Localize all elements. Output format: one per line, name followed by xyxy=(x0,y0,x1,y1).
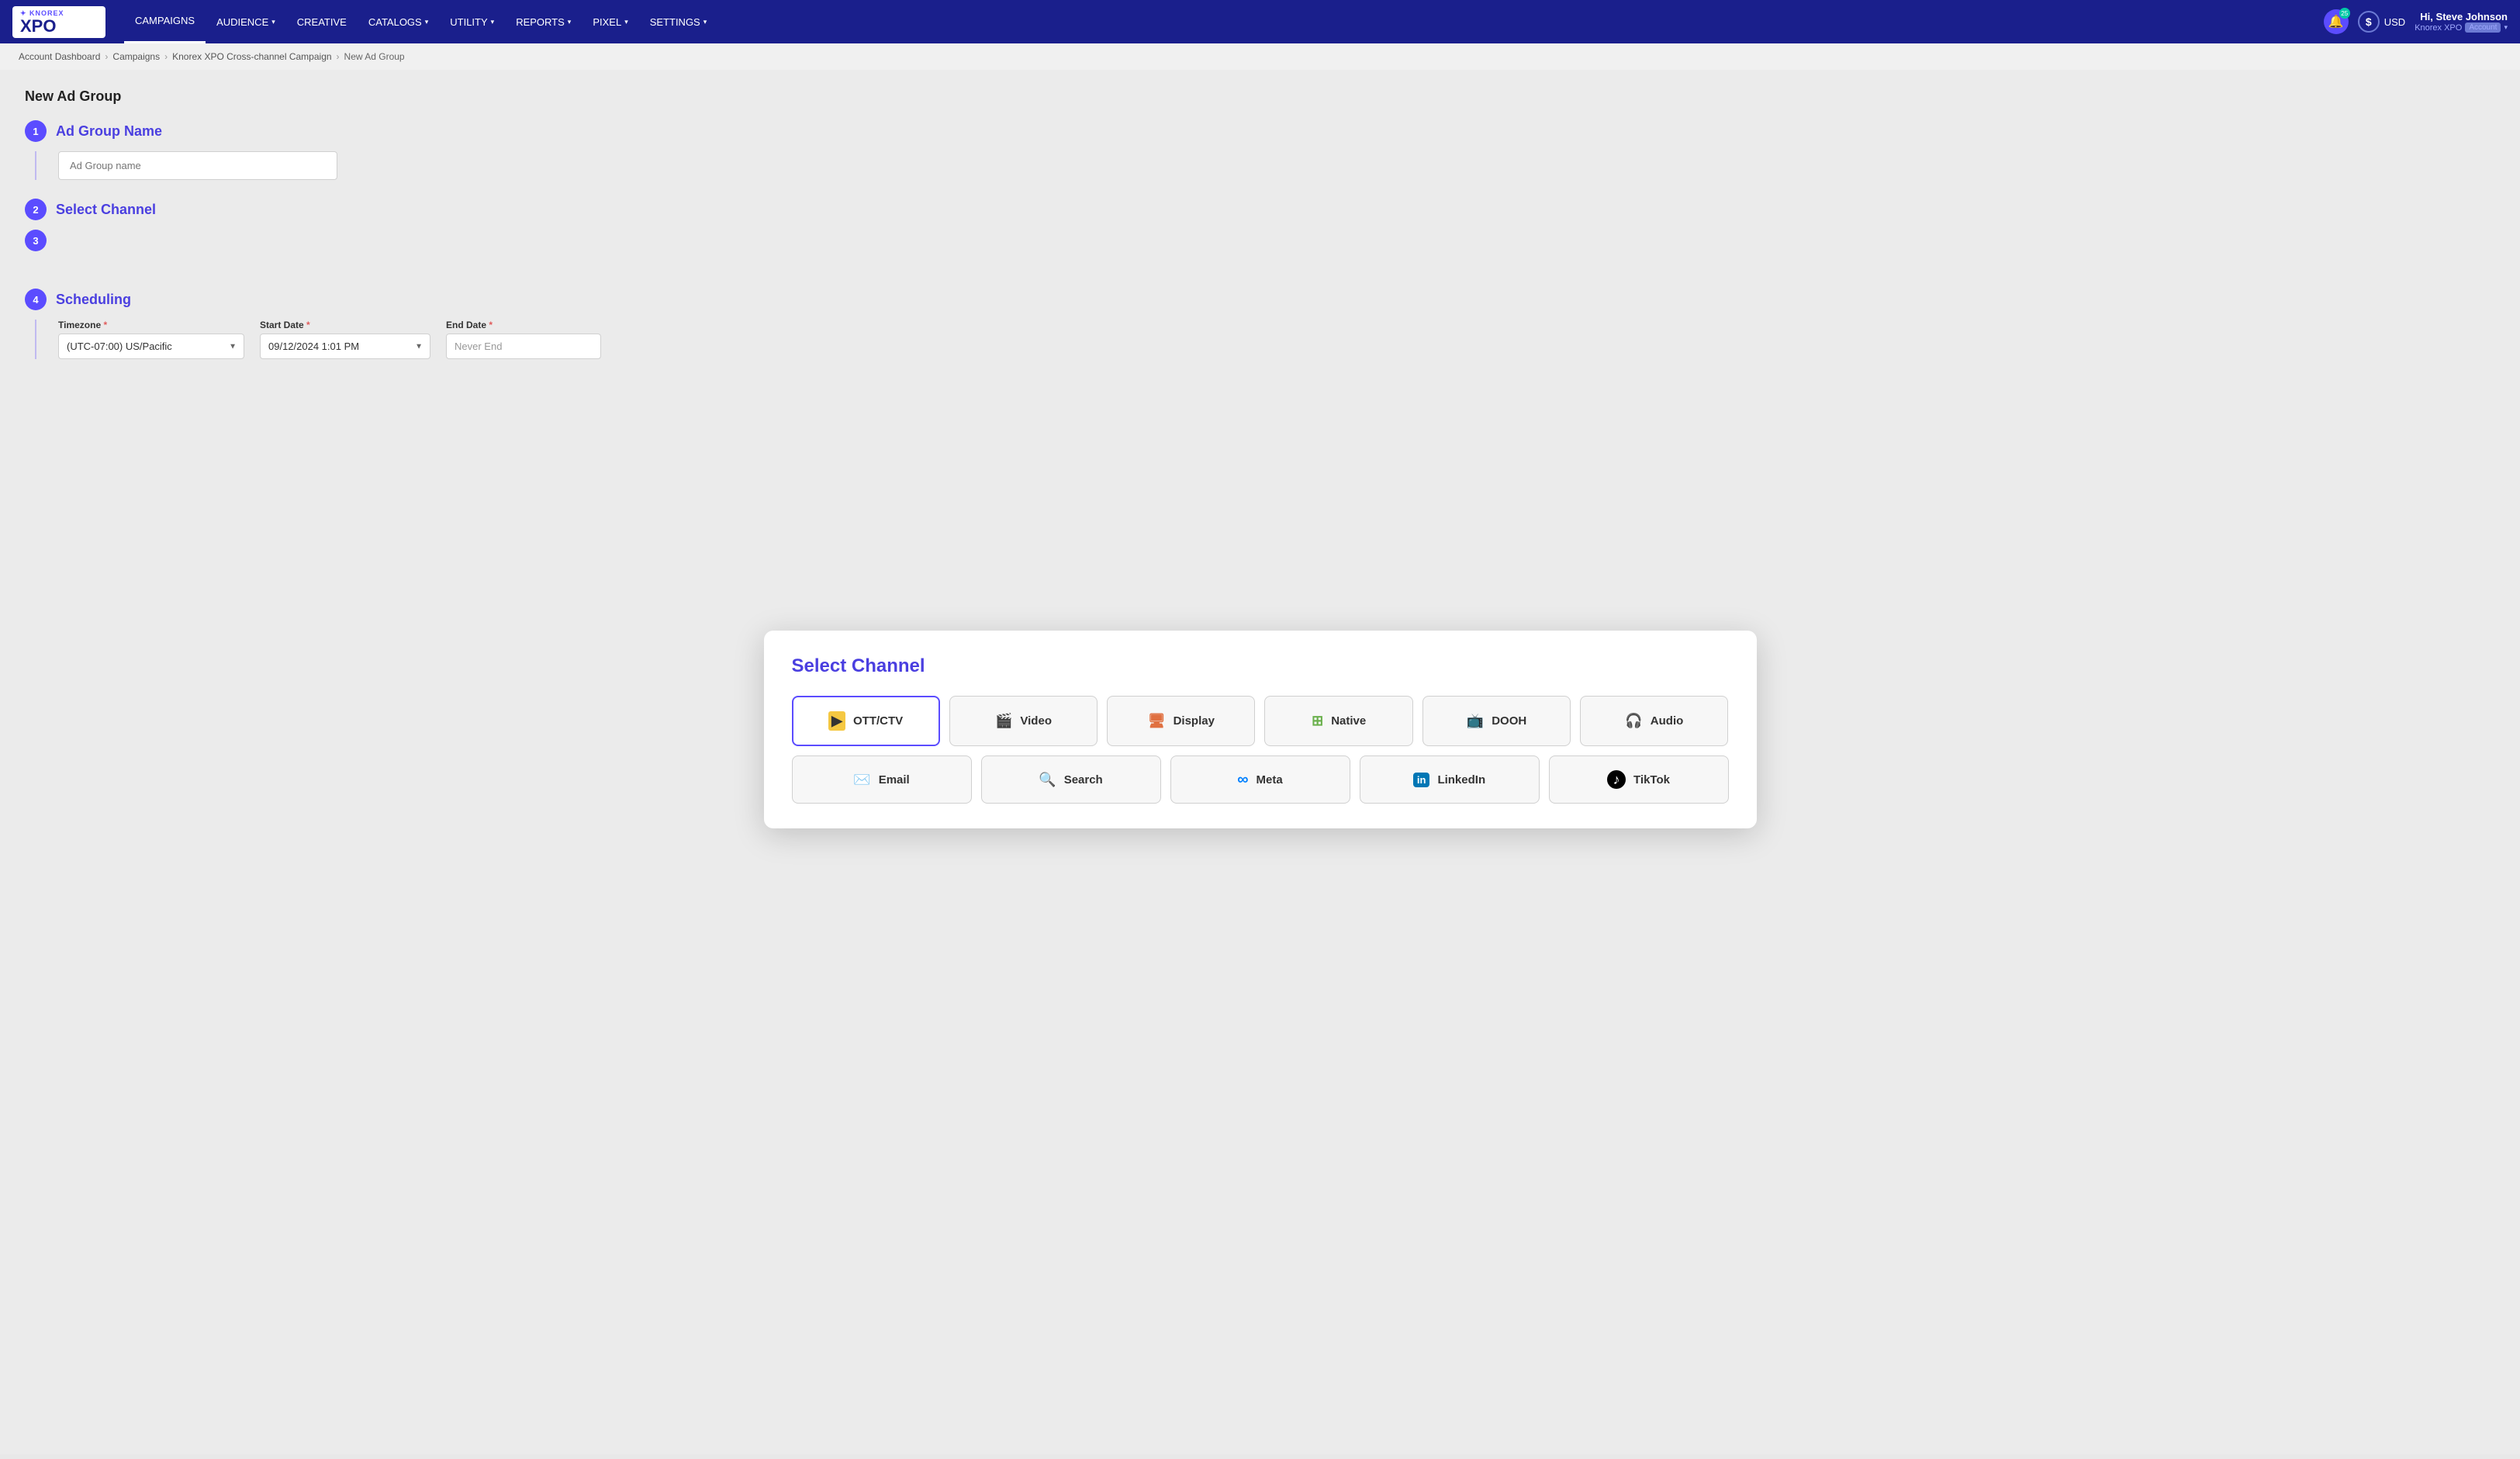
channel-grid-row2: ✉️ Email 🔍 Search ∞ Meta in LinkedIn ♪ T… xyxy=(792,755,1729,804)
modal-title: Select Channel xyxy=(792,655,1729,677)
meta-icon: ∞ xyxy=(1237,771,1248,789)
channel-linkedin-button[interactable]: in LinkedIn xyxy=(1360,755,1540,804)
channel-display-label: Display xyxy=(1174,714,1215,728)
channel-video-label: Video xyxy=(1020,714,1052,728)
video-icon: 🎬 xyxy=(995,713,1012,729)
channel-dooh-label: DOOH xyxy=(1492,714,1526,728)
select-channel-modal: Select Channel ▶ OTT/CTV 🎬 Video 🖥 Displ… xyxy=(764,631,1757,828)
search-icon: 🔍 xyxy=(1039,772,1056,788)
channel-grid-row1: ▶ OTT/CTV 🎬 Video 🖥 Display ⊞ Native 📺 D… xyxy=(792,696,1729,746)
channel-linkedin-label: LinkedIn xyxy=(1437,773,1485,787)
channel-dooh-button[interactable]: 📺 DOOH xyxy=(1422,696,1571,746)
channel-ottctv-button[interactable]: ▶ OTT/CTV xyxy=(792,696,940,746)
display-icon: 🖥 xyxy=(1148,713,1166,729)
channel-email-label: Email xyxy=(879,773,910,787)
email-icon: ✉️ xyxy=(853,772,870,788)
audio-icon: 🎧 xyxy=(1625,713,1642,729)
channel-email-button[interactable]: ✉️ Email xyxy=(792,755,972,804)
channel-meta-button[interactable]: ∞ Meta xyxy=(1170,755,1350,804)
channel-tiktok-label: TikTok xyxy=(1633,773,1670,787)
modal-overlay: Select Channel ▶ OTT/CTV 🎬 Video 🖥 Displ… xyxy=(0,0,2520,1459)
channel-search-label: Search xyxy=(1064,773,1103,787)
channel-meta-label: Meta xyxy=(1257,773,1283,787)
dooh-icon: 📺 xyxy=(1467,713,1484,729)
channel-ottctv-label: OTT/CTV xyxy=(853,714,903,728)
channel-audio-label: Audio xyxy=(1651,714,1684,728)
channel-native-label: Native xyxy=(1331,714,1366,728)
channel-search-button[interactable]: 🔍 Search xyxy=(981,755,1161,804)
channel-native-button[interactable]: ⊞ Native xyxy=(1264,696,1412,746)
ottctv-icon: ▶ xyxy=(828,711,845,731)
channel-display-button[interactable]: 🖥 Display xyxy=(1107,696,1255,746)
tiktok-icon: ♪ xyxy=(1607,770,1626,789)
channel-audio-button[interactable]: 🎧 Audio xyxy=(1580,696,1728,746)
channel-tiktok-button[interactable]: ♪ TikTok xyxy=(1549,755,1729,804)
native-icon: ⊞ xyxy=(1312,713,1323,729)
channel-video-button[interactable]: 🎬 Video xyxy=(949,696,1098,746)
linkedin-icon: in xyxy=(1413,773,1430,787)
